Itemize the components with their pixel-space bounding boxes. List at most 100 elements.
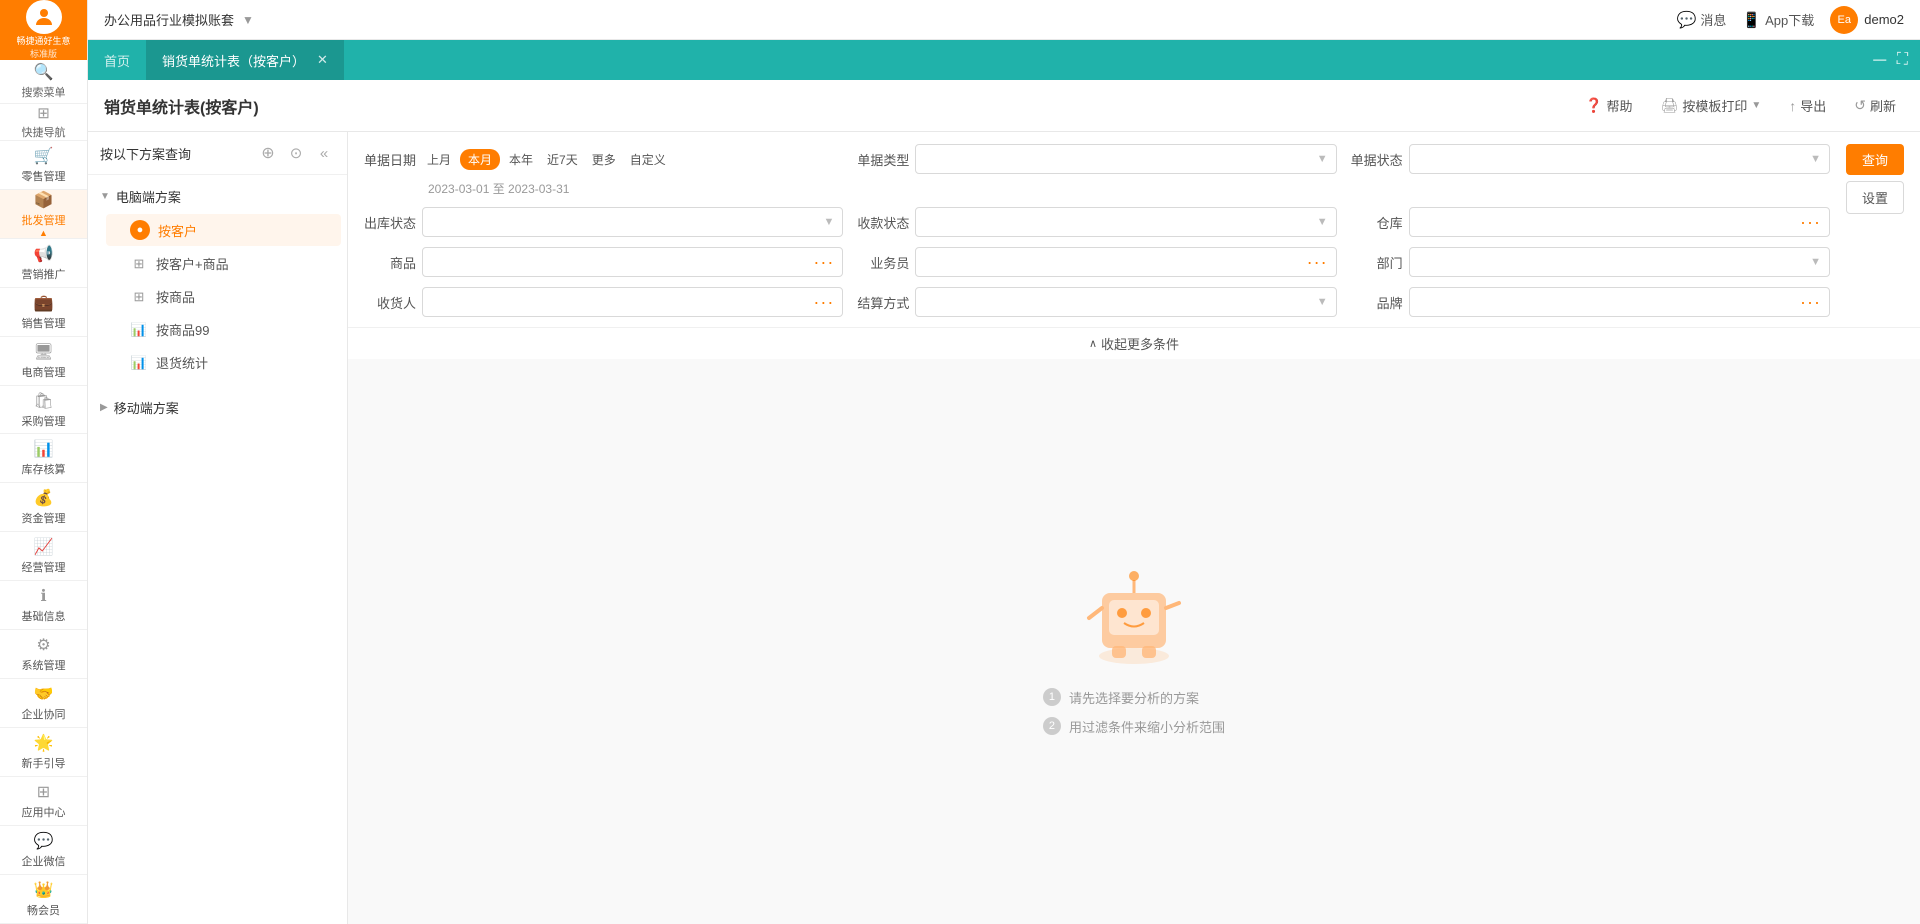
- sidebar-item-sales[interactable]: 💼 销售管理: [0, 288, 88, 337]
- sidebar-item-wechat[interactable]: 💬 企业微信: [0, 826, 88, 875]
- industry-dropdown-arrow[interactable]: ▼: [242, 13, 254, 27]
- tab-home[interactable]: 首页: [88, 40, 146, 80]
- user-avatar: Ea: [1830, 6, 1858, 34]
- date-tab-this-month[interactable]: 本月: [460, 149, 500, 170]
- query-btn[interactable]: 查询: [1846, 144, 1904, 175]
- dept-dropdown[interactable]: ▼: [1409, 247, 1830, 277]
- help-btn[interactable]: ❓ 帮助: [1577, 92, 1640, 119]
- receiver-input[interactable]: ···: [422, 287, 843, 317]
- search-menu-item[interactable]: 🔍 搜索菜单: [0, 60, 88, 104]
- top-header-right: 💬 消息 📱 App下载 Ea demo2: [1676, 6, 1904, 34]
- tab-sales-stats-label: 销货单统计表（按客户）: [162, 51, 305, 70]
- tab-maximize-btn[interactable]: ⛶: [1897, 51, 1908, 69]
- empty-state: 1 请先选择要分析的方案 2 用过滤条件来缩小分析范围: [348, 359, 1920, 924]
- by-goods-icon: ⊞: [130, 288, 148, 306]
- filter-item-collect-status: 收款状态 ▼: [853, 207, 1336, 237]
- goods-input[interactable]: ···: [422, 247, 843, 277]
- type-dropdown[interactable]: ▼: [915, 144, 1336, 174]
- retail-label: 零售管理: [22, 168, 66, 184]
- app-download-label: App下载: [1765, 10, 1814, 29]
- tab-sales-stats[interactable]: 销货单统计表（按客户） ✕: [146, 40, 344, 80]
- sidebar: 畅捷通好生意 标准版 🔍 搜索菜单 ⊞ 快捷导航 🛒 零售管理 📦 批发管理 ▲…: [0, 0, 88, 924]
- apps-icon: ⊞: [34, 782, 54, 802]
- app-logo[interactable]: 畅捷通好生意 标准版: [0, 0, 88, 60]
- out-status-dropdown[interactable]: ▼: [422, 207, 843, 237]
- status-label: 单据状态: [1347, 150, 1403, 169]
- filter-item-dept: 部门 ▼: [1347, 247, 1830, 277]
- sidebar-item-enterprise[interactable]: 🤝 企业协同: [0, 679, 88, 728]
- refresh-btn[interactable]: ↺ 刷新: [1846, 92, 1904, 119]
- receiver-label: 收货人: [360, 293, 416, 312]
- date-tab-this-year[interactable]: 本年: [504, 149, 538, 170]
- salesperson-label: 业务员: [853, 253, 909, 272]
- filter-wrapper: 单据日期 上月 本月 本年 近7天 更多 自定义: [348, 132, 1920, 359]
- type-label: 单据类型: [853, 150, 909, 169]
- scheme-settings-btn[interactable]: ⊙: [285, 142, 307, 164]
- scheme-group-desktop-header[interactable]: ▼ 电脑端方案: [88, 181, 347, 212]
- scheme-item-by-customer[interactable]: ● 按客户: [106, 214, 341, 246]
- filter-item-type: 单据类型 ▼: [853, 144, 1336, 174]
- sidebar-item-basic[interactable]: ℹ 基础信息: [0, 581, 88, 630]
- filter-content: 单据日期 上月 本月 本年 近7天 更多 自定义: [348, 132, 1920, 317]
- sidebar-item-ecommerce[interactable]: 🖥 电商管理: [0, 337, 88, 386]
- tab-minimize-btn[interactable]: －: [1871, 47, 1889, 73]
- sidebar-item-newbie[interactable]: 🌟 新手引导: [0, 728, 88, 777]
- wholesale-icon: 📦: [34, 190, 54, 210]
- empty-tip-2: 2 用过滤条件来缩小分析范围: [1043, 717, 1225, 736]
- filter-row-3: 商品 ··· 业务员 ···: [360, 247, 1830, 277]
- content-area: 按以下方案查询 ⊕ ⊙ « ▼ 电脑端方案: [88, 132, 1920, 924]
- filter-item-warehouse: 仓库 ···: [1347, 207, 1830, 237]
- template-print-btn[interactable]: 🖨 按模板打印 ▼: [1653, 92, 1770, 119]
- receiver-dots: ···: [813, 292, 834, 313]
- scheme-group-mobile-title: 移动端方案: [114, 398, 179, 417]
- date-tab-last-month[interactable]: 上月: [422, 149, 456, 170]
- right-panel: 单据日期 上月 本月 本年 近7天 更多 自定义: [348, 132, 1920, 924]
- date-tab-custom[interactable]: 自定义: [625, 149, 671, 170]
- collect-status-dropdown[interactable]: ▼: [915, 207, 1336, 237]
- shortcut-nav-item[interactable]: ⊞ 快捷导航: [0, 104, 88, 141]
- status-arrow: ▼: [1810, 153, 1821, 165]
- sidebar-item-wholesale[interactable]: 📦 批发管理 ▲: [0, 190, 88, 239]
- sidebar-item-marketing[interactable]: 📢 营销推广: [0, 239, 88, 288]
- sidebar-item-finance[interactable]: 💰 资金管理: [0, 483, 88, 532]
- scheme-add-btn[interactable]: ⊕: [257, 142, 279, 164]
- user-name: demo2: [1864, 12, 1904, 27]
- sidebar-item-apps[interactable]: ⊞ 应用中心: [0, 777, 88, 826]
- scheme-group-mobile-header[interactable]: ▶ 移动端方案: [88, 392, 347, 423]
- scheme-item-return-stats[interactable]: 📊 退货统计: [106, 347, 341, 378]
- by-customer-label: 按客户: [158, 221, 197, 240]
- settings-btn[interactable]: 设置: [1846, 181, 1904, 214]
- scheme-item-by-goods[interactable]: ⊞ 按商品: [106, 281, 341, 312]
- sidebar-item-member[interactable]: 👑 畅会员: [0, 875, 88, 924]
- sidebar-item-operations[interactable]: 📈 经营管理: [0, 532, 88, 581]
- status-dropdown[interactable]: ▼: [1409, 144, 1830, 174]
- salesperson-input[interactable]: ···: [915, 247, 1336, 277]
- sidebar-item-purchase[interactable]: 🛍 采购管理: [0, 386, 88, 435]
- tip-1-num: 1: [1043, 688, 1061, 706]
- settle-label: 结算方式: [853, 293, 909, 312]
- app-download-btn[interactable]: 📱 App下载: [1742, 10, 1814, 29]
- settle-dropdown[interactable]: ▼: [915, 287, 1336, 317]
- sidebar-item-retail[interactable]: 🛒 零售管理: [0, 141, 88, 190]
- return-stats-label: 退货统计: [156, 353, 208, 372]
- warehouse-input[interactable]: ···: [1409, 207, 1830, 237]
- date-tab-last-7[interactable]: 近7天: [542, 149, 583, 170]
- search-icon: 🔍: [34, 62, 54, 82]
- date-tab-more[interactable]: 更多: [587, 149, 621, 170]
- collect-status-arrow: ▼: [1317, 216, 1328, 228]
- sidebar-item-inventory[interactable]: 📊 库存核算: [0, 434, 88, 483]
- date-range-row: 2023-03-01 至 2023-03-31: [360, 180, 1830, 197]
- tab-sales-stats-close[interactable]: ✕: [317, 52, 328, 68]
- basic-label: 基础信息: [22, 608, 66, 624]
- export-btn[interactable]: ↑ 导出: [1781, 92, 1834, 119]
- collapse-row[interactable]: ∧ 收起更多条件: [348, 327, 1920, 359]
- scheme-item-by-goods-99[interactable]: 📊 按商品99: [106, 314, 341, 345]
- sidebar-item-system[interactable]: ⚙ 系统管理: [0, 630, 88, 679]
- scheme-collapse-btn[interactable]: «: [313, 142, 335, 164]
- refresh-icon: ↺: [1854, 97, 1866, 114]
- scheme-item-by-customer-goods[interactable]: ⊞ 按客户+商品: [106, 248, 341, 279]
- user-area[interactable]: Ea demo2: [1830, 6, 1904, 34]
- brand-input[interactable]: ···: [1409, 287, 1830, 317]
- message-btn[interactable]: 💬 消息: [1676, 10, 1726, 30]
- shortcut-nav-label: 快捷导航: [22, 124, 66, 140]
